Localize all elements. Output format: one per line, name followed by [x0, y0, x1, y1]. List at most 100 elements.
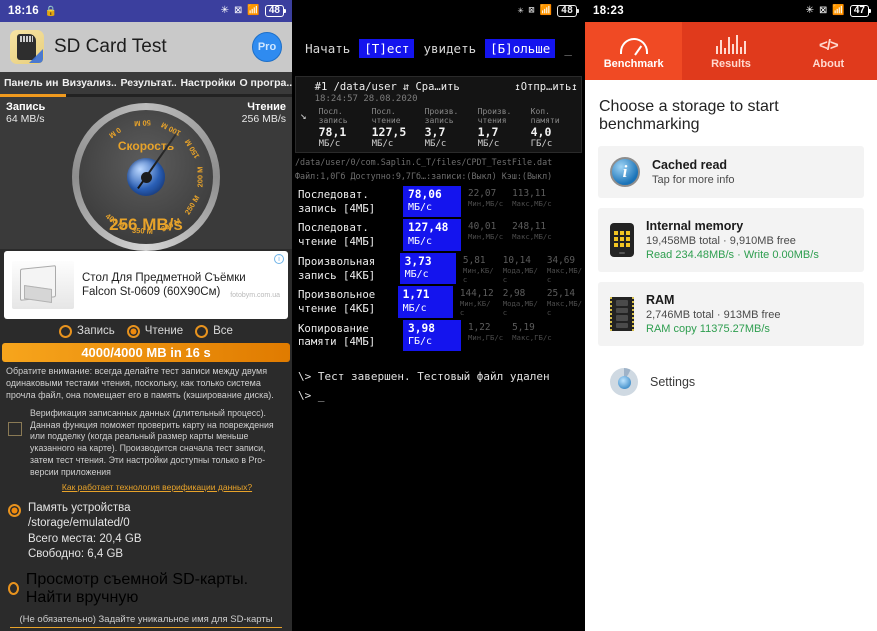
radio-dot [195, 324, 209, 338]
row-unit: МБ/с [408, 235, 433, 247]
tab-dashboard[interactable]: Панель ин [0, 77, 58, 89]
share-button[interactable]: ↥Отпр…ить↥ [514, 81, 577, 93]
gauge-tick: 250 M [182, 193, 202, 217]
info-icon: i [610, 157, 640, 187]
ram-chip-icon [610, 297, 634, 331]
row-value: 3,98 [408, 321, 435, 335]
pro-badge[interactable]: Pro [252, 32, 282, 62]
wifi-icon: 📶 [539, 5, 552, 16]
verify-option-row[interactable]: Верификация записанных данных (длительны… [0, 404, 292, 494]
stat-head: Посл. чтение [371, 107, 401, 126]
phone-icon [610, 223, 634, 257]
card-timestamp: 18:24:57 28.08.2020 [314, 94, 418, 104]
menu-more-button[interactable]: [Б]ольше [485, 38, 556, 58]
console-prompt[interactable]: \> _ [292, 386, 585, 405]
card-header-row: #1 /data/user ⇵ Сра…ить ↥Отпр…ить↥ [315, 81, 578, 93]
storage-card-ram[interactable]: RAM 2,746MB total · 913MB free RAM copy … [598, 282, 864, 346]
stat-value: 127,5 [371, 125, 407, 140]
menu-see: увидеть [423, 40, 477, 56]
stat-value: 78,1 [318, 125, 347, 140]
row-seq-read: Последоват. чтение [4МБ] 127,48 МБ/с 40,… [295, 219, 582, 251]
row-extra-stats: 1,22 Мин,ГБ/с 5,19 Макс,ГБ/с [461, 320, 582, 351]
row-value-badge: 1,71 МБ/с [397, 286, 453, 318]
row-label: Копирование памяти [4МБ] [298, 321, 376, 349]
extra-value: 22,07 [468, 188, 497, 200]
extra-value: 10,14 [502, 254, 531, 266]
tab-results[interactable]: Results [682, 22, 779, 80]
stat-unit: МБ/с [371, 139, 394, 150]
ad-thumbnail [12, 261, 74, 309]
radio-read[interactable]: Чтение [126, 324, 183, 338]
tab-visualization[interactable]: Визуализ.. [58, 77, 116, 89]
tab-results[interactable]: Результат.. [116, 77, 176, 89]
row-seq-write: Последоват. запись [4МБ] 78,06 МБ/с 22,0… [295, 186, 582, 218]
row-rand-read: Произвольное чтение [4КБ] 1,71 МБ/с 144,… [295, 286, 582, 318]
mode-radio-group[interactable]: Запись Чтение Все [0, 319, 292, 343]
card-speeds: Read 234.48MB/s · Write 0.00MB/s [646, 249, 819, 261]
storage-option-device[interactable]: Память устройства /storage/emulated/0 Вс… [0, 494, 292, 563]
speed-gauge-section: Запись 64 MB/s Чтение 256 MB/s 0 M 50 M 10… [0, 97, 292, 251]
stat-rand-write: Произв. запись 3,7 МБ/с [425, 107, 472, 149]
menu-cursor: _ [564, 40, 572, 56]
radio-write[interactable]: Запись [59, 324, 115, 338]
card-subtitle: Tap for more info [652, 174, 735, 186]
tab-bar[interactable]: Панель ин Визуализ.. Результат.. Настрой… [0, 72, 292, 94]
gauge-tick: 50 M [133, 118, 152, 129]
verify-checkbox[interactable] [8, 421, 22, 436]
row-unit: МБ/с [404, 269, 429, 281]
menu-test-button[interactable]: [Т]ест [359, 38, 415, 58]
gear-icon [610, 368, 638, 396]
compare-button[interactable]: ⇵ Сра…ить [403, 81, 460, 93]
status-bar-a: 18:16 🔒 ✳ ⊠ 📶 48 [0, 0, 292, 22]
storage-device-text: Память устройства /storage/emulated/0 Вс… [28, 501, 142, 563]
card-title: RAM [646, 293, 675, 307]
stat-unit: МБ/с [318, 139, 341, 150]
storage-device-total: Всего места: 20,4 GB [28, 532, 142, 545]
tab-about-label: About [812, 58, 845, 70]
tab-about[interactable]: О програ.. [235, 77, 292, 89]
storage-option-sdcard[interactable]: Просмотр съемной SD-карты. Найти вручную [0, 563, 292, 607]
radio-all[interactable]: Все [195, 324, 233, 338]
info-icon[interactable]: i [274, 254, 284, 264]
lock-icon: 🔒 [44, 5, 58, 17]
stat-head: Произв. чтения [477, 107, 512, 126]
sdcard-name-input[interactable]: (Не обязательно) Задайте уникальное имя … [10, 614, 282, 628]
settings-row[interactable]: Settings [598, 356, 864, 408]
row-value-badge: 3,73 МБ/с [399, 252, 456, 285]
gauge-center-label: Скорость [117, 139, 175, 153]
row-rand-write: Произвольная запись [4КБ] 3,73 МБ/с 5,81… [295, 252, 582, 285]
status-bar-c: 18:23 ✳ ⊠ 📶 47 [585, 0, 877, 22]
row-label: Произвольное чтение [4КБ] [298, 288, 376, 315]
verify-help-link[interactable]: Как работает технология верификации данн… [30, 482, 284, 492]
row-value: 3,73 [404, 254, 432, 268]
extra-value: 1,22 [468, 321, 491, 333]
advertisement-banner[interactable]: Стол Для Предметной Съёмки Falcon St-060… [4, 251, 288, 319]
console-line-done: \> Тест завершен. Тестовый файл удален [298, 369, 550, 383]
top-nav[interactable]: Benchmark Results </> About [585, 22, 877, 80]
row-value: 1,71 [402, 288, 430, 302]
extra-unit: Мода,МБ/с [502, 299, 538, 318]
read-label: Чтение [247, 101, 286, 113]
terminal-menu[interactable]: Начать [Т]ест увидеть [Б]ольше _ [292, 22, 585, 74]
stat-unit: ГБ/с [530, 139, 553, 150]
stat-mem-copy: Коп. памяти 4,0 ГБ/с [531, 107, 578, 149]
row-extra-stats: 40,01 Мин,МБ/с 248,11 Макс,МБ/с [461, 219, 582, 250]
card-speeds: RAM copy 11375.27MB/s [646, 323, 770, 335]
card-stat-grid: Посл. запись 78,1 МБ/с Посл. чтение 127,… [315, 107, 578, 149]
result-rows: Последоват. запись [4МБ] 78,06 МБ/с 22,0… [292, 186, 585, 351]
tab-about[interactable]: </> About [780, 22, 877, 80]
extra-unit: Мин,КБ/с [459, 299, 491, 318]
extra-unit: Макс,МБ/с [512, 199, 552, 209]
status-icons: ✳ ⊠ 📶 48 [517, 5, 580, 17]
tab-benchmark[interactable]: Benchmark [585, 22, 683, 80]
stat-value: 3,7 [424, 125, 446, 140]
vibrate-icon: ⊠ [528, 5, 535, 16]
code-head-icon: </> [818, 37, 839, 54]
test-file-path: /data/user/0/com.Saplin.C_T/files/CPDT_T… [295, 157, 553, 168]
tab-settings[interactable]: Настройки [176, 77, 235, 89]
stat-seq-write: Посл. запись 78,1 МБ/с [319, 107, 366, 149]
storage-card-cached-read[interactable]: i Cached read Tap for more info [598, 146, 864, 198]
result-summary-card[interactable]: ↘ #1 /data/user ⇵ Сра…ить ↥Отпр…ить↥ 18:… [295, 76, 582, 154]
radio-dot [8, 582, 19, 595]
storage-card-internal-memory[interactable]: Internal memory 19,458MB total · 9,910MB… [598, 208, 864, 272]
